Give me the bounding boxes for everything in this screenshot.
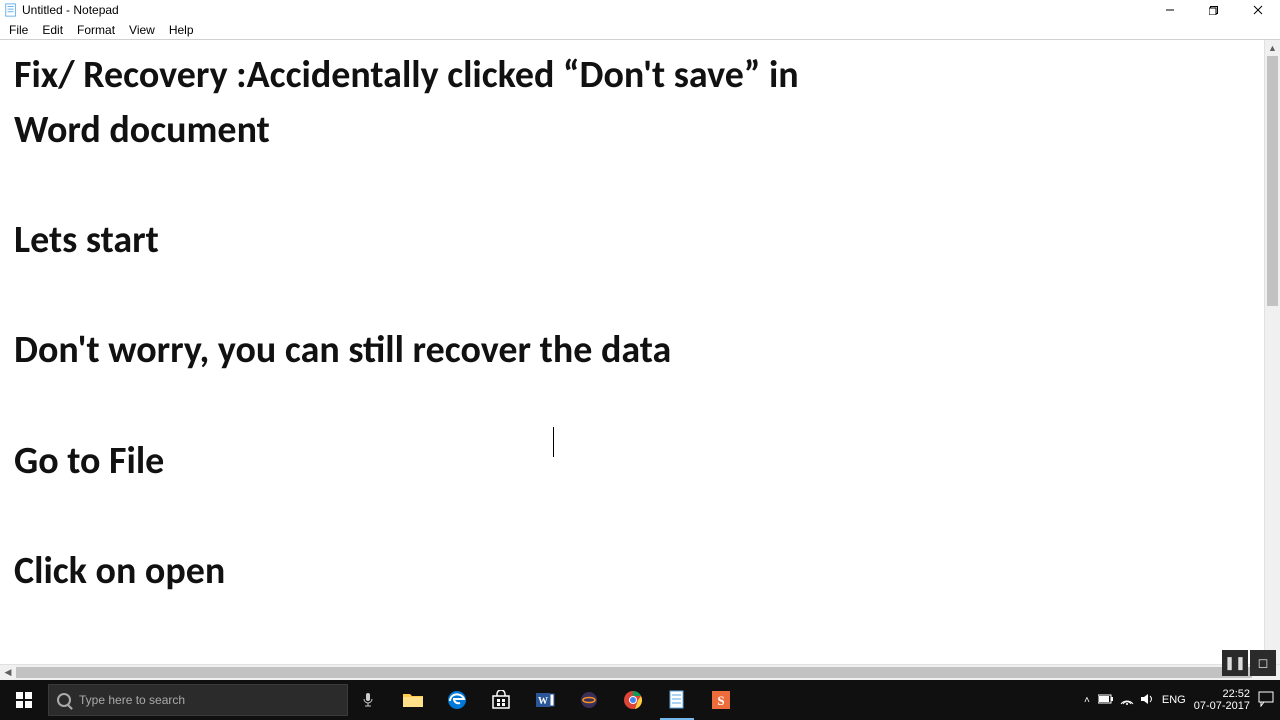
language-indicator[interactable]: ENG [1162, 694, 1186, 706]
minimize-button[interactable] [1148, 0, 1192, 20]
scroll-left-icon[interactable]: ◀ [0, 665, 16, 680]
eclipse-icon [577, 688, 601, 712]
word-icon: W [533, 688, 557, 712]
window-title: Untitled - Notepad [22, 3, 119, 17]
store-icon [489, 688, 513, 712]
network-icon[interactable] [1120, 693, 1134, 708]
taskbar-apps: W S [392, 680, 742, 720]
maximize-button[interactable] [1192, 0, 1236, 20]
recording-controls: ❚❚ ◻ [1222, 650, 1276, 676]
text-editor[interactable]: Fix/ Recovery :Accidentally clicked “Don… [0, 40, 1264, 664]
hscroll-track[interactable] [16, 665, 1264, 680]
menu-format[interactable]: Format [70, 21, 122, 39]
battery-icon[interactable] [1098, 694, 1114, 707]
menu-view[interactable]: View [122, 21, 162, 39]
close-button[interactable] [1236, 0, 1280, 20]
volume-icon[interactable] [1140, 693, 1154, 708]
start-button[interactable] [0, 680, 48, 720]
scroll-up-icon[interactable]: ▲ [1265, 40, 1280, 56]
cortana-mic-icon[interactable] [348, 680, 388, 720]
notepad-app-icon [4, 3, 18, 17]
svg-text:S: S [717, 693, 724, 708]
hscroll-thumb[interactable] [16, 667, 1252, 678]
taskbar-app-edge[interactable] [436, 680, 478, 720]
taskbar-app-word[interactable]: W [524, 680, 566, 720]
horizontal-scrollbar[interactable]: ◀ ▶ [0, 664, 1280, 680]
taskbar: ❚❚ ◻ Type here to search W S ˄ ENG 22:52… [0, 680, 1280, 720]
clock-time: 22:52 [1194, 688, 1250, 700]
menubar: File Edit Format View Help [0, 20, 1280, 40]
snagit-icon: S [709, 688, 733, 712]
pause-recording-button[interactable]: ❚❚ [1222, 650, 1248, 676]
titlebar: Untitled - Notepad [0, 0, 1280, 20]
window-controls [1148, 0, 1280, 20]
notepad-icon [665, 688, 689, 712]
titlebar-left: Untitled - Notepad [4, 3, 119, 17]
stop-recording-button[interactable]: ◻ [1250, 650, 1276, 676]
tray-icons [1098, 693, 1154, 708]
menu-edit[interactable]: Edit [35, 21, 70, 39]
taskbar-app-chrome[interactable] [612, 680, 654, 720]
taskbar-app-eclipse[interactable] [568, 680, 610, 720]
editor-area: Fix/ Recovery :Accidentally clicked “Don… [0, 40, 1280, 664]
clock[interactable]: 22:52 07-07-2017 [1194, 688, 1250, 712]
folder-icon [401, 688, 425, 712]
taskbar-app-notepad[interactable] [656, 680, 698, 720]
action-center-icon[interactable] [1258, 691, 1274, 710]
search-placeholder: Type here to search [79, 693, 185, 707]
taskbar-search[interactable]: Type here to search [48, 684, 348, 716]
search-icon [57, 693, 71, 707]
edge-icon [445, 688, 469, 712]
notepad-window: Untitled - Notepad File Edit Format View… [0, 0, 1280, 680]
taskbar-app-file-explorer[interactable] [392, 680, 434, 720]
chrome-icon [621, 688, 645, 712]
vscroll-track[interactable] [1265, 56, 1280, 648]
menu-file[interactable]: File [2, 21, 35, 39]
system-tray: ˄ ENG 22:52 07-07-2017 [1084, 688, 1280, 712]
clock-date: 07-07-2017 [1194, 700, 1250, 712]
menu-help[interactable]: Help [162, 21, 201, 39]
taskbar-app-snagit[interactable]: S [700, 680, 742, 720]
text-caret-icon [553, 427, 554, 457]
svg-text:W: W [538, 696, 548, 707]
taskbar-app-store[interactable] [480, 680, 522, 720]
tray-overflow-icon[interactable]: ˄ [1084, 695, 1090, 706]
vscroll-thumb[interactable] [1267, 56, 1278, 306]
vertical-scrollbar[interactable]: ▲ ▼ [1264, 40, 1280, 664]
